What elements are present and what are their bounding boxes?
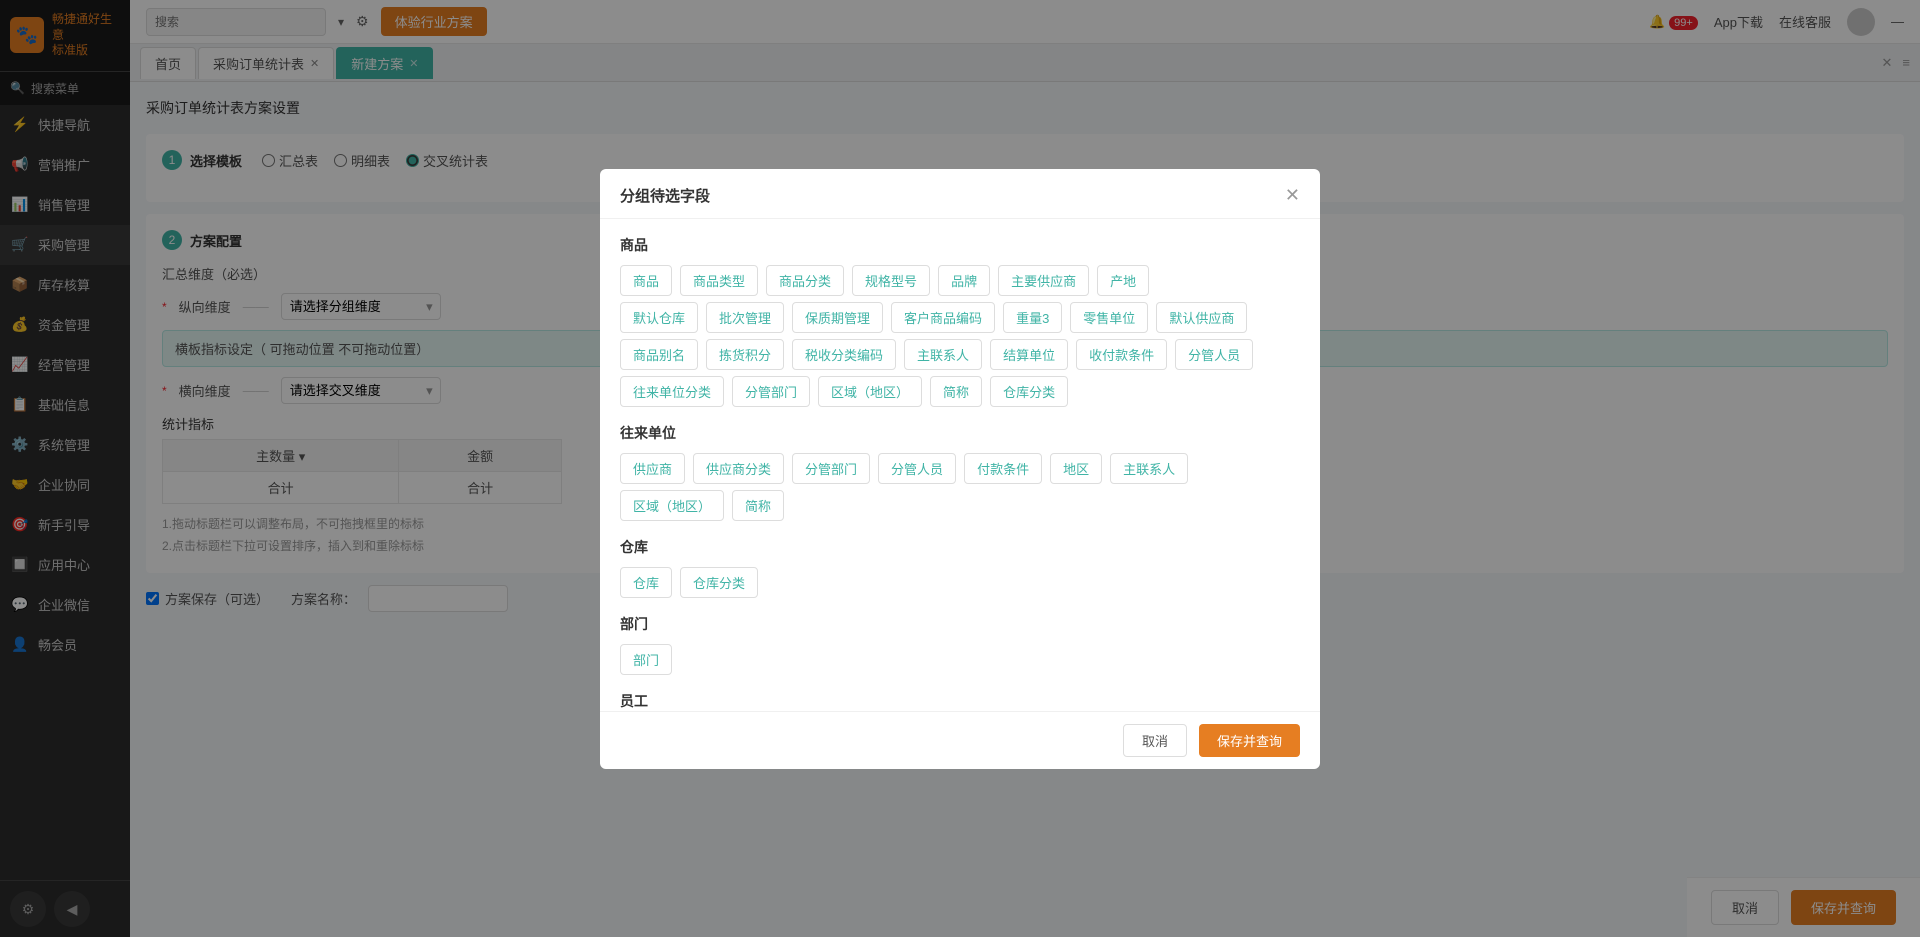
field-tag-partner-region[interactable]: 区域（地区） (620, 490, 724, 521)
field-tag-warehouse[interactable]: 仓库 (620, 567, 672, 598)
modal-header: 分组待选字段 ✕ (600, 169, 1320, 219)
product-field-tags-3: 商品别名 拣货积分 税收分类编码 主联系人 结算单位 收付款条件 分管人员 (620, 339, 1300, 370)
field-tag-partner-dept[interactable]: 分管部门 (792, 453, 870, 484)
field-tag-pick-points[interactable]: 拣货积分 (706, 339, 784, 370)
field-tag-partner-person[interactable]: 分管人员 (878, 453, 956, 484)
section-title-product: 商品 (620, 235, 1300, 255)
field-tag-spec[interactable]: 规格型号 (852, 265, 930, 296)
warehouse-field-tags: 仓库 仓库分类 (620, 567, 1300, 598)
section-title-dept: 部门 (620, 614, 1300, 634)
field-tag-dept[interactable]: 分管部门 (732, 376, 810, 407)
field-tag-warehouse-cat[interactable]: 仓库分类 (990, 376, 1068, 407)
field-tag-supplier-cat[interactable]: 供应商分类 (693, 453, 784, 484)
field-select-modal: 分组待选字段 ✕ 商品 商品 商品类型 商品分类 规格型号 品牌 主要供应商 产… (600, 169, 1320, 769)
product-field-tags-2: 默认仓库 批次管理 保质期管理 客户商品编码 重量3 零售单位 默认供应商 (620, 302, 1300, 333)
product-field-tags-4: 往来单位分类 分管部门 区域（地区） 简称 仓库分类 (620, 376, 1300, 407)
field-tag-retail-unit[interactable]: 零售单位 (1070, 302, 1148, 333)
field-tag-supervisor[interactable]: 分管人员 (1175, 339, 1253, 370)
field-tag-main-supplier[interactable]: 主要供应商 (998, 265, 1089, 296)
field-tag-abbr[interactable]: 简称 (930, 376, 982, 407)
field-tag-default-supplier[interactable]: 默认供应商 (1156, 302, 1247, 333)
field-tag-area[interactable]: 地区 (1050, 453, 1102, 484)
field-tag-batch[interactable]: 批次管理 (706, 302, 784, 333)
field-tag-shelf-life[interactable]: 保质期管理 (792, 302, 883, 333)
field-tag-partner-abbr[interactable]: 简称 (732, 490, 784, 521)
field-tag-alias[interactable]: 商品别名 (620, 339, 698, 370)
modal-footer: 取消 保存并查询 (600, 711, 1320, 769)
modal-save-button[interactable]: 保存并查询 (1199, 724, 1300, 757)
field-tag-warehouse-category[interactable]: 仓库分类 (680, 567, 758, 598)
field-tag-main-contact[interactable]: 主联系人 (904, 339, 982, 370)
field-tag-weight[interactable]: 重量3 (1003, 302, 1062, 333)
partner-field-tags-2: 区域（地区） 简称 (620, 490, 1300, 521)
modal-title: 分组待选字段 (620, 185, 710, 206)
modal-close-icon[interactable]: ✕ (1285, 185, 1300, 206)
field-tag-product-category[interactable]: 商品分类 (766, 265, 844, 296)
field-tag-partner-contact[interactable]: 主联系人 (1110, 453, 1188, 484)
section-title-staff: 员工 (620, 691, 1300, 711)
field-tag-payment-cond[interactable]: 付款条件 (964, 453, 1042, 484)
field-tag-brand[interactable]: 品牌 (938, 265, 990, 296)
field-tag-tax-code[interactable]: 税收分类编码 (792, 339, 896, 370)
product-field-tags: 商品 商品类型 商品分类 规格型号 品牌 主要供应商 产地 (620, 265, 1300, 296)
field-tag-product-type[interactable]: 商品类型 (680, 265, 758, 296)
field-tag-product[interactable]: 商品 (620, 265, 672, 296)
field-tag-settlement-unit[interactable]: 结算单位 (990, 339, 1068, 370)
modal-cancel-button[interactable]: 取消 (1123, 724, 1187, 757)
modal-body: 商品 商品 商品类型 商品分类 规格型号 品牌 主要供应商 产地 默认仓库 批次… (600, 219, 1320, 711)
field-tag-customer-code[interactable]: 客户商品编码 (891, 302, 995, 333)
field-tag-partner-category[interactable]: 往来单位分类 (620, 376, 724, 407)
dept-field-tags: 部门 (620, 644, 1300, 675)
section-title-warehouse: 仓库 (620, 537, 1300, 557)
field-tag-default-warehouse[interactable]: 默认仓库 (620, 302, 698, 333)
field-tag-supplier[interactable]: 供应商 (620, 453, 685, 484)
section-title-partner: 往来单位 (620, 423, 1300, 443)
field-tag-payment-terms[interactable]: 收付款条件 (1076, 339, 1167, 370)
field-tag-region[interactable]: 区域（地区） (818, 376, 922, 407)
field-tag-department[interactable]: 部门 (620, 644, 672, 675)
partner-field-tags: 供应商 供应商分类 分管部门 分管人员 付款条件 地区 主联系人 (620, 453, 1300, 484)
modal-overlay[interactable]: 分组待选字段 ✕ 商品 商品 商品类型 商品分类 规格型号 品牌 主要供应商 产… (0, 0, 1920, 937)
field-tag-origin[interactable]: 产地 (1097, 265, 1149, 296)
